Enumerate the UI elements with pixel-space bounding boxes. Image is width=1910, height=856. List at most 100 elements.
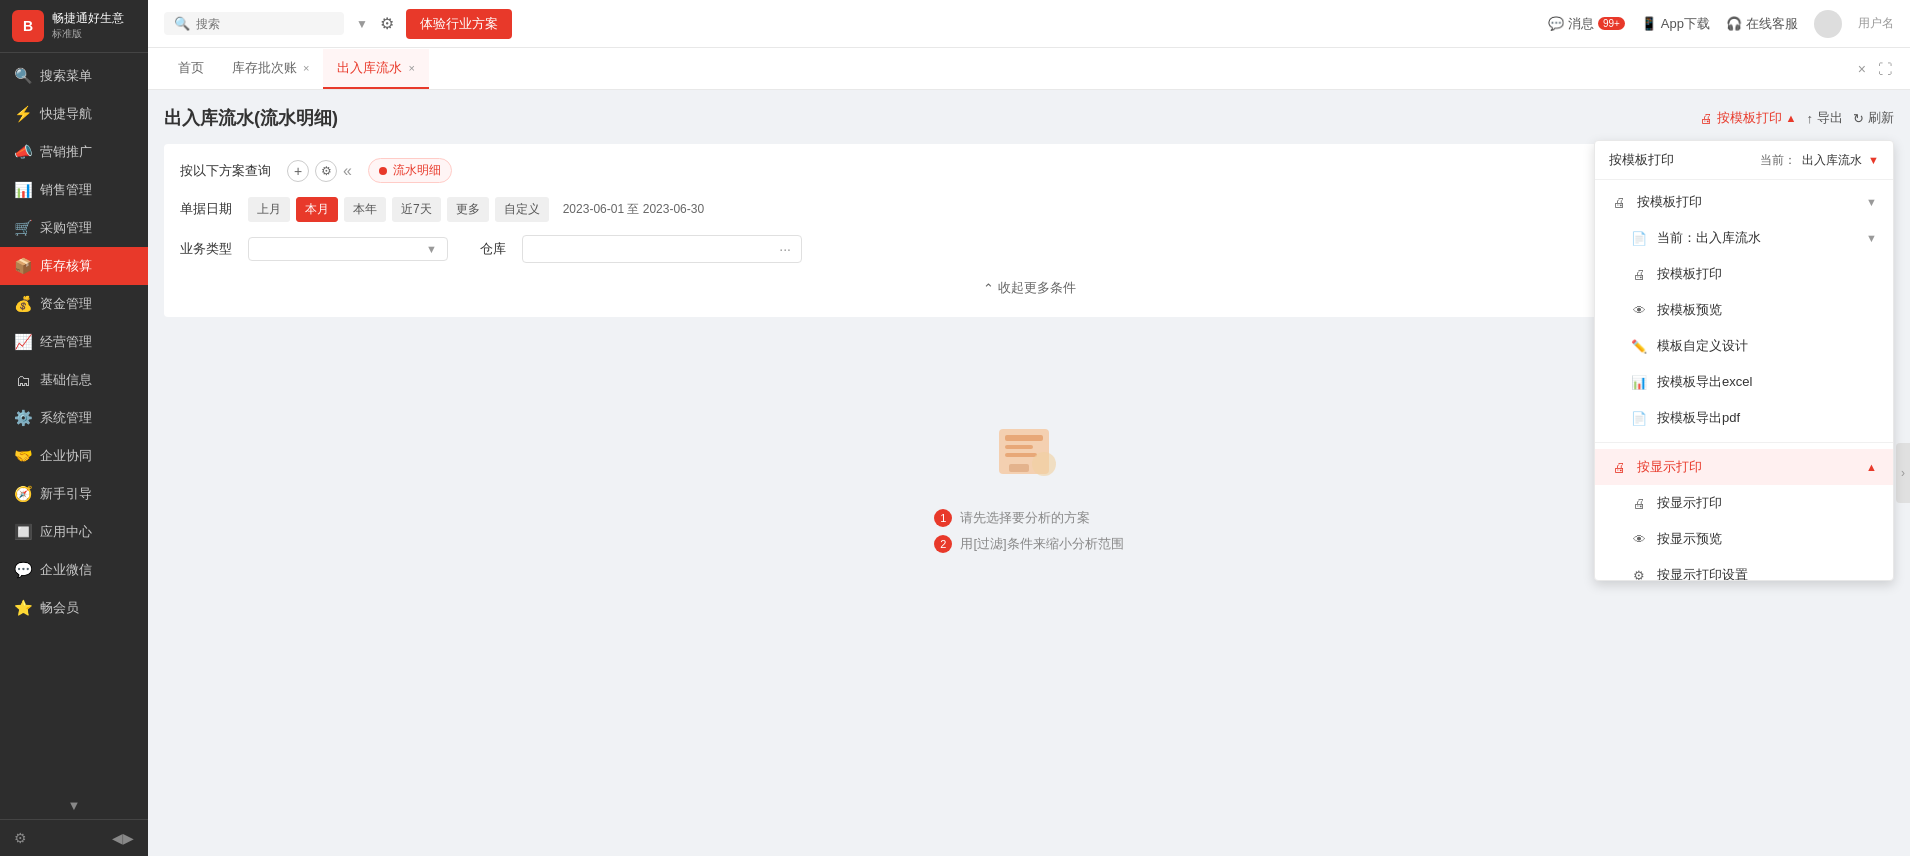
export-label: 导出	[1817, 109, 1843, 127]
sidebar-item-label: 快捷导航	[40, 105, 92, 123]
topbar-settings-icon[interactable]: ⚙	[380, 14, 394, 33]
sidebar-item-guide[interactable]: 🧭 新手引导	[0, 475, 148, 513]
sidebar-item-label: 畅会员	[40, 599, 79, 617]
page-content: 出入库流水(流水明细) 🖨 按模板打印 ▲ ↑ 导出 ↻ 刷新	[148, 90, 1910, 856]
sidebar-item-finance[interactable]: 💰 资金管理	[0, 285, 148, 323]
finance-icon: 💰	[14, 295, 32, 313]
sidebar-item-cooperation[interactable]: 🤝 企业协同	[0, 437, 148, 475]
last-month-button[interactable]: 上月	[248, 197, 290, 222]
sidebar-item-inventory[interactable]: 📦 库存核算	[0, 247, 148, 285]
collapse-label: 收起更多条件	[998, 279, 1076, 297]
industry-solution-button[interactable]: 体验行业方案	[406, 9, 512, 39]
display-print-label: 按显示打印	[1657, 494, 1722, 512]
sidebar-item-label: 经营管理	[40, 333, 92, 351]
sidebar-item-wecom[interactable]: 💬 企业微信	[0, 551, 148, 589]
tab-batch-account-close[interactable]: ×	[303, 62, 309, 74]
close-window-button[interactable]: ×	[1856, 59, 1868, 79]
this-year-button[interactable]: 本年	[344, 197, 386, 222]
display-settings-icon: ⚙	[1631, 567, 1647, 580]
filter-config-button[interactable]: ⚙	[315, 160, 337, 182]
sidebar-item-label: 系统管理	[40, 409, 92, 427]
sidebar-scroll-down[interactable]: ▼	[0, 792, 148, 819]
current-doc-icon: 📄	[1631, 230, 1647, 246]
filter-collapse-button[interactable]: «	[343, 162, 352, 180]
export-button[interactable]: ↑ 导出	[1807, 109, 1844, 127]
print-template-button[interactable]: 🖨 按模板打印 ▲	[1700, 109, 1797, 127]
app-download-button[interactable]: 📱 App下载	[1641, 15, 1710, 33]
user-avatar[interactable]	[1814, 10, 1842, 38]
expand-window-button[interactable]: ⛶	[1876, 59, 1894, 79]
tab-batch-account[interactable]: 库存批次账 ×	[218, 49, 323, 89]
sidebar-collapse-icon[interactable]: ◀▶	[112, 830, 134, 846]
sidebar-item-operation[interactable]: 📈 经营管理	[0, 323, 148, 361]
template-export-pdf-label: 按模板导出pdf	[1657, 409, 1740, 427]
sidebar-item-marketing[interactable]: 📣 营销推广	[0, 133, 148, 171]
sidebar-item-label: 企业微信	[40, 561, 92, 579]
dropdown-template-print[interactable]: 🖨 按模板打印	[1595, 256, 1893, 292]
business-type-select[interactable]: ▼	[248, 237, 448, 261]
sidebar-item-basic[interactable]: 🗂 基础信息	[0, 361, 148, 399]
dropdown-display-print-header[interactable]: 🖨 按显示打印 ▲	[1595, 449, 1893, 485]
dropdown-expand-icon[interactable]: ▼	[1868, 154, 1879, 166]
tab-inventory-flow-close[interactable]: ×	[408, 62, 414, 74]
dropdown-display-print[interactable]: 🖨 按显示打印	[1595, 485, 1893, 521]
user-name: 用户名	[1858, 15, 1894, 32]
sales-icon: 📊	[14, 181, 32, 199]
dropdown-divider-1	[1595, 442, 1893, 443]
template-custom-label: 模板自定义设计	[1657, 337, 1748, 355]
customer-service-button[interactable]: 🎧 在线客服	[1726, 15, 1798, 33]
messages-label: 消息	[1568, 15, 1594, 33]
filter-add-button[interactable]: +	[287, 160, 309, 182]
topbar-dropdown-arrow[interactable]: ▼	[356, 17, 368, 31]
tab-inventory-flow[interactable]: 出入库流水 ×	[323, 49, 428, 89]
display-print-icon: 🖨	[1631, 495, 1647, 511]
display-print-header-icon: 🖨	[1611, 459, 1627, 475]
more-date-button[interactable]: 更多	[447, 197, 489, 222]
sidebar-item-purchase[interactable]: 🛒 采购管理	[0, 209, 148, 247]
dropdown-scroll: 🖨 按模板打印 ▼ 📄 当前：出入库流水 ▼ 🖨	[1595, 180, 1893, 580]
template-preview-icon: 👁	[1631, 302, 1647, 318]
dropdown-template-custom[interactable]: ✏️ 模板自定义设计	[1595, 328, 1893, 364]
search-input[interactable]	[196, 17, 316, 31]
system-icon: ⚙️	[14, 409, 32, 427]
this-month-button[interactable]: 本月	[296, 197, 338, 222]
sidebar-settings-icon[interactable]: ⚙	[14, 830, 27, 846]
sidebar-item-label: 企业协同	[40, 447, 92, 465]
sidebar-item-system[interactable]: ⚙️ 系统管理	[0, 399, 148, 437]
print-template-label: 按模板打印	[1717, 109, 1782, 127]
warehouse-more-icon[interactable]: ···	[779, 241, 791, 257]
template-print-header-icon: 🖨	[1611, 194, 1627, 210]
refresh-button[interactable]: ↻ 刷新	[1853, 109, 1894, 127]
app-logo: B 畅捷通好生意 标准版	[0, 0, 148, 53]
dropdown-template-export-pdf[interactable]: 📄 按模板导出pdf	[1595, 400, 1893, 436]
sidebar-item-sales[interactable]: 📊 销售管理	[0, 171, 148, 209]
dropdown-header-right: 当前： 出入库流水 ▼	[1760, 152, 1879, 169]
template-print-header-label: 按模板打印	[1637, 193, 1702, 211]
app-download-label: App下载	[1661, 15, 1710, 33]
topbar-search-box[interactable]: 🔍	[164, 12, 344, 35]
display-preview-icon: 👁	[1631, 531, 1647, 547]
sidebar-item-quick-nav[interactable]: ⚡ 快捷导航	[0, 95, 148, 133]
sidebar-item-member[interactable]: ⭐ 畅会员	[0, 589, 148, 627]
sidebar-item-search[interactable]: 🔍 搜索菜单	[0, 57, 148, 95]
custom-date-button[interactable]: 自定义	[495, 197, 549, 222]
dropdown-template-print-header[interactable]: 🖨 按模板打印 ▼	[1595, 184, 1893, 220]
empty-step-1: 1 请先选择要分析的方案	[934, 509, 1123, 527]
sidebar-item-app-center[interactable]: 🔲 应用中心	[0, 513, 148, 551]
dropdown-display-preview[interactable]: 👁 按显示预览	[1595, 521, 1893, 557]
warehouse-select[interactable]: ···	[522, 235, 802, 263]
print-dropdown-arrow[interactable]: ▲	[1786, 112, 1797, 124]
dropdown-item-current[interactable]: 📄 当前：出入库流水 ▼	[1595, 220, 1893, 256]
dropdown-display-print-settings[interactable]: ⚙ 按显示打印设置	[1595, 557, 1893, 580]
refresh-icon: ↻	[1853, 111, 1864, 126]
right-sidebar-toggle[interactable]: ›	[1896, 443, 1910, 503]
last-7days-button[interactable]: 近7天	[392, 197, 441, 222]
sidebar-item-label: 营销推广	[40, 143, 92, 161]
tab-home[interactable]: 首页	[164, 49, 218, 89]
wecom-icon: 💬	[14, 561, 32, 579]
customer-service-icon: 🎧	[1726, 16, 1742, 31]
messages-button[interactable]: 💬 消息 99+	[1548, 15, 1625, 33]
template-custom-icon: ✏️	[1631, 338, 1647, 354]
dropdown-template-preview[interactable]: 👁 按模板预览	[1595, 292, 1893, 328]
dropdown-template-export-excel[interactable]: 📊 按模板导出excel	[1595, 364, 1893, 400]
